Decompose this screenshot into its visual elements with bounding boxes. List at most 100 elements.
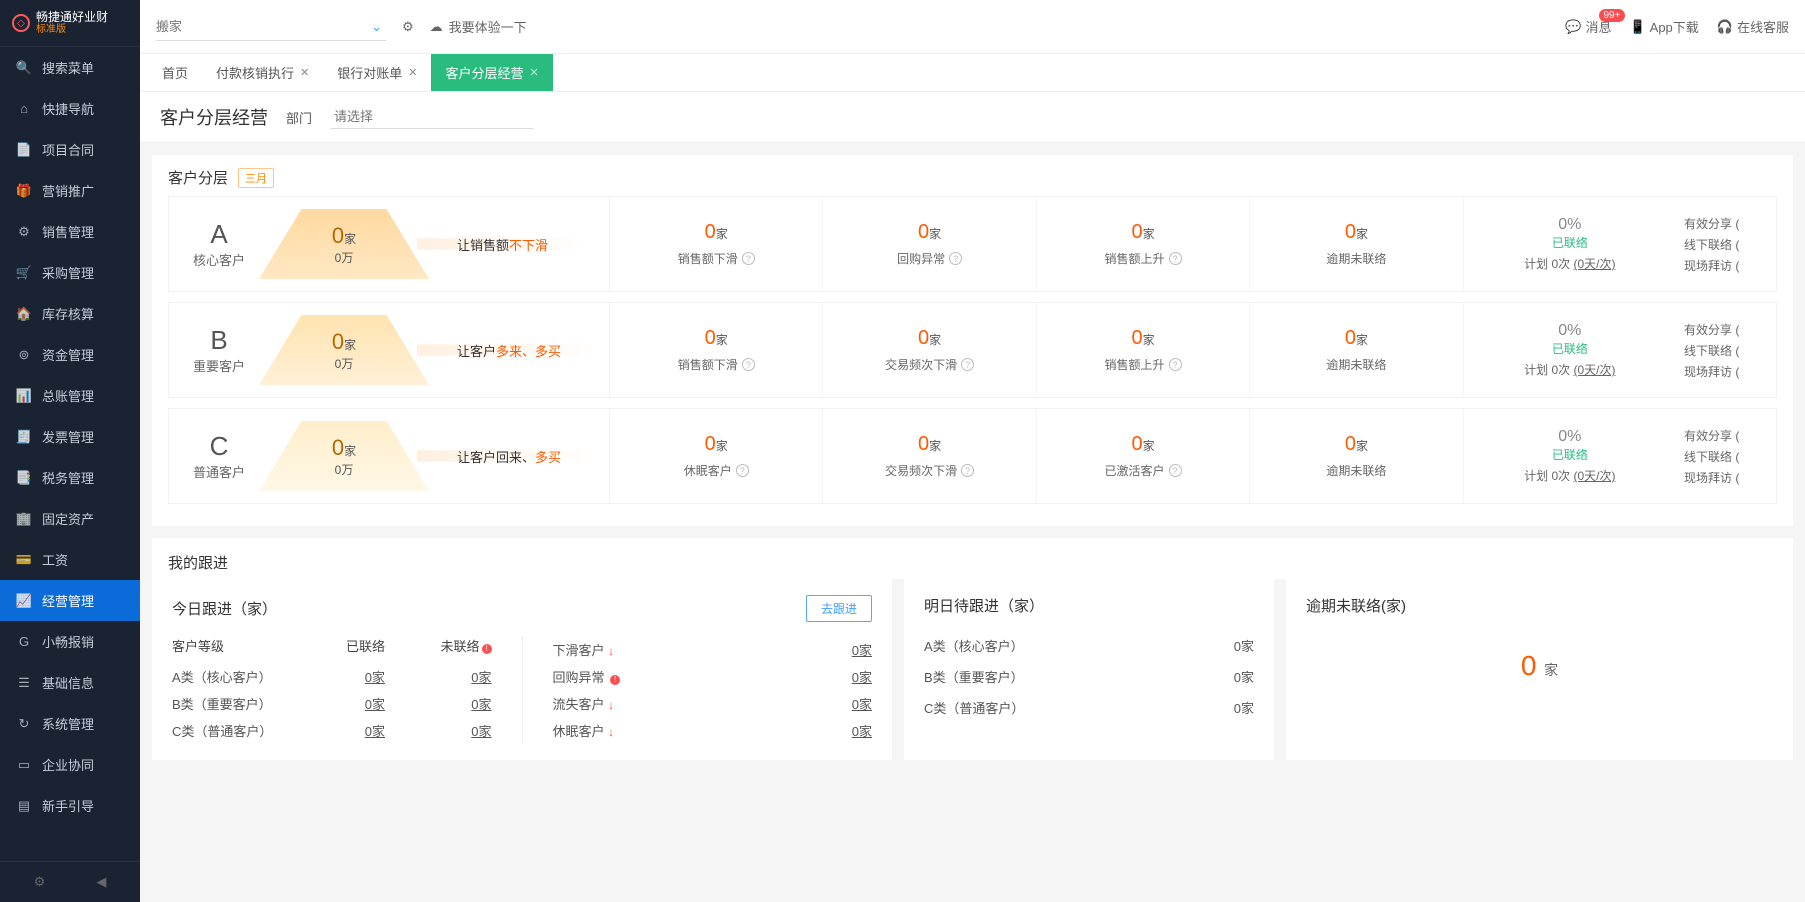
help-icon[interactable]: ? — [742, 358, 755, 371]
count-val[interactable]: 0家 — [712, 667, 872, 686]
metric-linked[interactable]: 0%已联络计划 0次 (0天/次) — [1464, 303, 1676, 397]
tiers-title: 客户分层 — [168, 167, 228, 188]
nav-icon: ⚙ — [16, 224, 32, 240]
nav-icon: 📈 — [16, 593, 32, 609]
help-icon[interactable]: ? — [961, 358, 974, 371]
sidebar-item-2[interactable]: 📄项目合同 — [0, 129, 140, 170]
go-follow-button[interactable]: 去跟进 — [806, 595, 872, 622]
tier-arrow: 让客户多来、多买 — [437, 341, 591, 360]
uncontacted-val[interactable]: 0家 — [385, 694, 492, 713]
sidebar-item-3[interactable]: 🎁营销推广 — [0, 170, 140, 211]
metric-val: 0 — [1131, 433, 1142, 455]
sidebar-item-0[interactable]: 🔍搜索菜单 — [0, 47, 140, 88]
help-icon[interactable]: ? — [736, 464, 749, 477]
chevron-down-icon[interactable]: ⌄ — [371, 19, 382, 35]
tab-label: 客户分层经营 — [445, 63, 523, 82]
contacted-val[interactable]: 0家 — [279, 694, 386, 713]
sidebar-item-5[interactable]: 🛒采购管理 — [0, 252, 140, 293]
nav-label: 项目合同 — [42, 140, 94, 159]
sidebar-item-12[interactable]: 💳工资 — [0, 539, 140, 580]
table-row: C类（普通客户）0家0家 — [172, 717, 492, 744]
count-val[interactable]: 0家 — [712, 640, 872, 659]
brand-title: 畅捷通好业财 — [36, 10, 108, 24]
tab-2[interactable]: 银行对账单 ✕ — [323, 54, 431, 91]
tab-label: 银行对账单 — [337, 63, 402, 82]
count-val[interactable]: 0家 — [712, 721, 872, 740]
contacted-val[interactable]: 0家 — [279, 721, 386, 740]
table-row: A类（核心客户）0家0家 — [172, 663, 492, 690]
settings-icon[interactable]: ⚙ — [30, 870, 50, 894]
metric-linked[interactable]: 0%已联络计划 0次 (0天/次) — [1464, 197, 1676, 291]
sidebar-item-11[interactable]: 🏢固定资产 — [0, 498, 140, 539]
sidebar-item-10[interactable]: 📑税务管理 — [0, 457, 140, 498]
metric-label: 交易频次下滑 ? — [885, 356, 974, 373]
help-icon[interactable]: ? — [1169, 358, 1182, 371]
metric-2[interactable]: 0家销售额上升 ? — [1037, 197, 1250, 291]
count-val[interactable]: 0家 — [712, 694, 872, 713]
metric-val: 0 — [1345, 221, 1356, 243]
right-stats: 有效分享 (线下联络 (现场拜访 ( — [1676, 409, 1776, 503]
help-icon[interactable]: ? — [961, 464, 974, 477]
tier-name: 核心客户 — [189, 250, 249, 269]
metric-0[interactable]: 0家销售额下滑 ? — [610, 197, 823, 291]
metric-3[interactable]: 0家逾期未联络 — [1250, 409, 1463, 503]
tier-trapezoid: 0家0万 — [259, 209, 429, 279]
metric-2[interactable]: 0家销售额上升 ? — [1037, 303, 1250, 397]
sidebar-item-15[interactable]: ☰基础信息 — [0, 662, 140, 703]
metric-label: 逾期未联络 — [1326, 462, 1386, 479]
service-action[interactable]: 🎧 在线客服 — [1717, 17, 1789, 36]
right-stat: 现场拜访 ( — [1684, 469, 1776, 486]
metric-3[interactable]: 0家逾期未联络 — [1250, 197, 1463, 291]
warn-icon: ! — [610, 675, 620, 685]
uncontacted-val[interactable]: 0家 — [385, 667, 492, 686]
help-icon[interactable]: ? — [1169, 252, 1182, 265]
sidebar-item-1[interactable]: ⌂快捷导航 — [0, 88, 140, 129]
metric-val: 0 — [1345, 433, 1356, 455]
sidebar-item-16[interactable]: ↻系统管理 — [0, 703, 140, 744]
tab-label: 付款核销执行 — [216, 63, 294, 82]
my-follow-title: 我的跟进 — [168, 555, 228, 572]
sidebar-item-8[interactable]: 📊总账管理 — [0, 375, 140, 416]
dept-select[interactable] — [330, 105, 534, 129]
search-input[interactable] — [156, 13, 386, 41]
tab-3[interactable]: 客户分层经营 ✕ — [431, 54, 552, 91]
app-download-action[interactable]: 📱 App下载 — [1629, 17, 1698, 36]
close-icon[interactable]: ✕ — [300, 66, 309, 79]
close-icon[interactable]: ✕ — [408, 66, 417, 79]
sidebar: ◇ 畅捷通好业财 标准版 🔍搜索菜单⌂快捷导航📄项目合同🎁营销推广⚙销售管理🛒采… — [0, 0, 140, 902]
nav-icon: ▭ — [16, 757, 32, 773]
metric-1[interactable]: 0家交易频次下滑 ? — [823, 303, 1036, 397]
metric-1[interactable]: 0家交易频次下滑 ? — [823, 409, 1036, 503]
metric-linked[interactable]: 0%已联络计划 0次 (0天/次) — [1464, 409, 1676, 503]
uncontacted-val[interactable]: 0家 — [385, 721, 492, 740]
contacted-val[interactable]: 0家 — [279, 667, 386, 686]
sidebar-item-6[interactable]: 🏠库存核算 — [0, 293, 140, 334]
metric-3[interactable]: 0家逾期未联络 — [1250, 303, 1463, 397]
sidebar-item-9[interactable]: 🧾发票管理 — [0, 416, 140, 457]
metric-0[interactable]: 0家休眠客户 ? — [610, 409, 823, 503]
close-icon[interactable]: ✕ — [530, 66, 539, 79]
messages-action[interactable]: 💬 消息 99+ — [1565, 17, 1611, 36]
tab-1[interactable]: 付款核销执行 ✕ — [202, 54, 323, 91]
help-icon[interactable]: ? — [1169, 464, 1182, 477]
help-icon[interactable]: ? — [949, 252, 962, 265]
metric-1[interactable]: 0家回购异常 ? — [823, 197, 1036, 291]
metric-0[interactable]: 0家销售额下滑 ? — [610, 303, 823, 397]
sidebar-item-4[interactable]: ⚙ 销售管理 — [0, 211, 140, 252]
gear-icon[interactable]: ⚙ — [398, 15, 418, 39]
sidebar-item-14[interactable]: G小畅报销 — [0, 621, 140, 662]
right-stat: 线下联络 ( — [1684, 236, 1776, 253]
metric-2[interactable]: 0家已激活客户 ? — [1037, 409, 1250, 503]
collapse-icon[interactable]: ◀ — [92, 870, 110, 894]
metric-label: 销售额下滑 ? — [678, 356, 755, 373]
tab-0[interactable]: 首页 — [148, 54, 202, 91]
try-link[interactable]: ☁ 我要体验一下 — [430, 17, 527, 36]
sidebar-item-18[interactable]: ▤新手引导 — [0, 785, 140, 826]
sidebar-item-17[interactable]: ▭企业协同 — [0, 744, 140, 785]
tier-trapezoid: 0家0万 — [259, 421, 429, 491]
nav-label: 销售管理 — [42, 222, 94, 241]
sidebar-item-7[interactable]: ⊚资金管理 — [0, 334, 140, 375]
sidebar-item-13[interactable]: 📈经营管理 — [0, 580, 140, 621]
right-stat: 现场拜访 ( — [1684, 363, 1776, 380]
help-icon[interactable]: ? — [742, 252, 755, 265]
